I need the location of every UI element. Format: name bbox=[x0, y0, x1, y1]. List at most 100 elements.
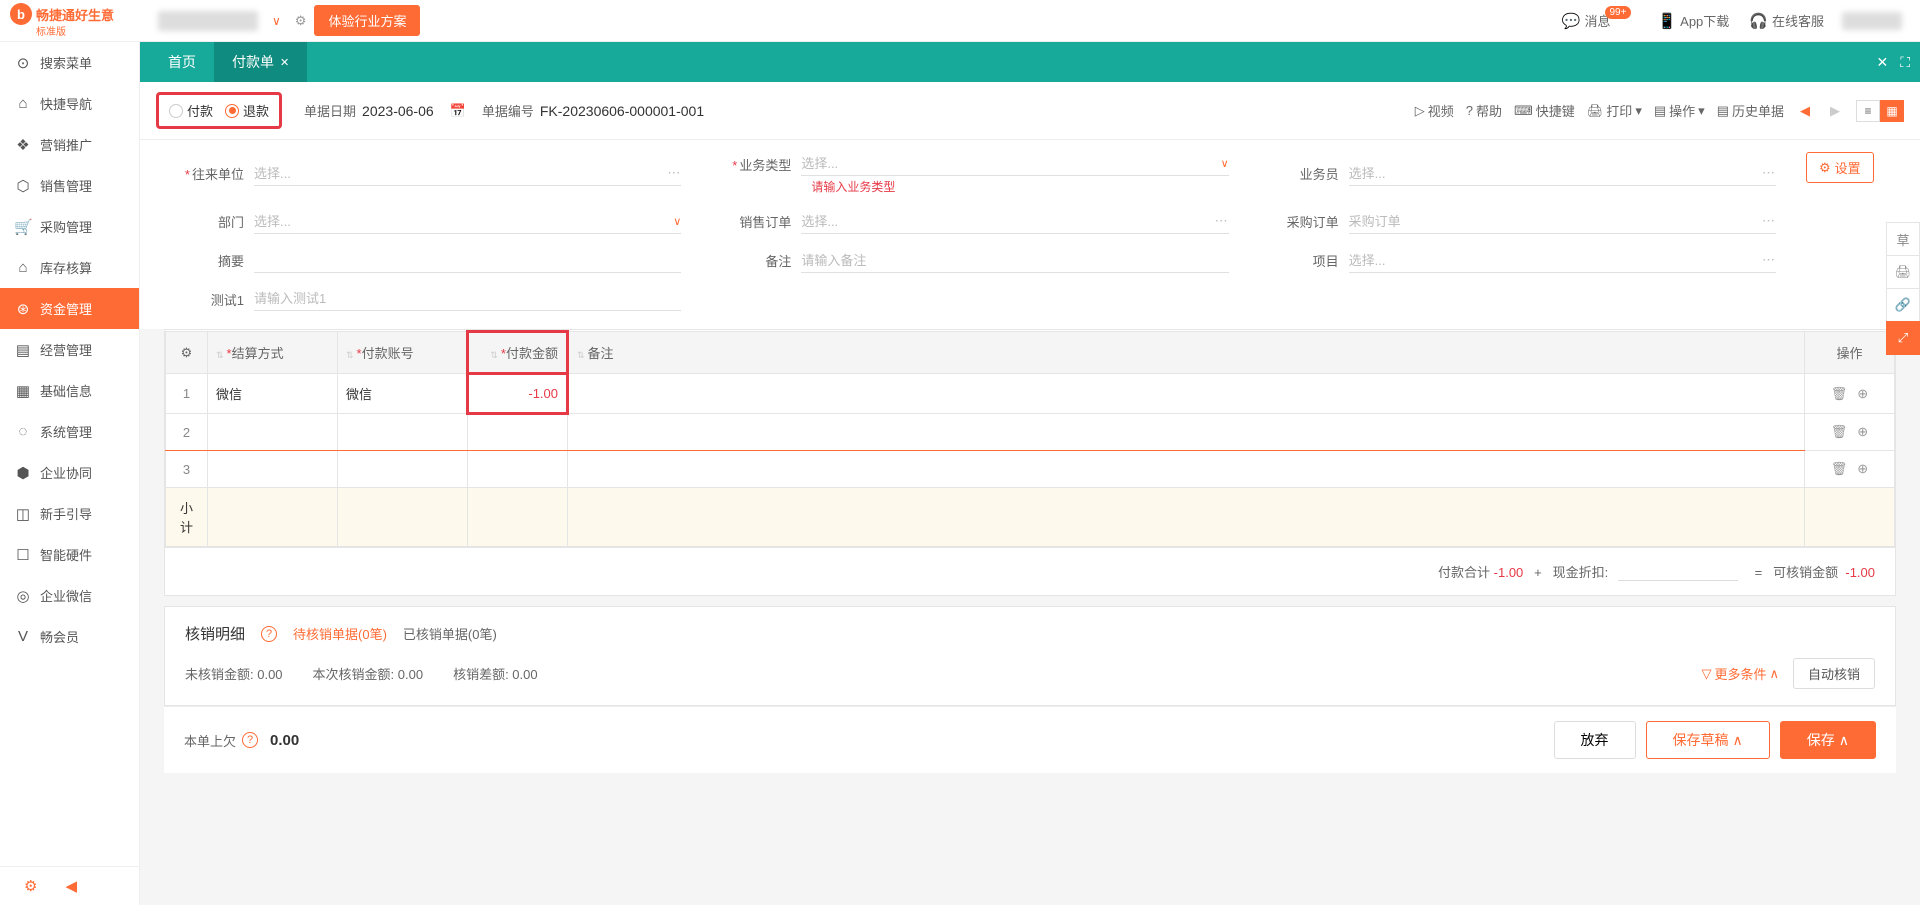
fullscreen-icon[interactable]: ⛶ bbox=[1900, 54, 1910, 71]
purchaseorder-input[interactable] bbox=[1349, 214, 1762, 229]
float-print-icon[interactable]: 🖨 bbox=[1886, 255, 1920, 289]
discount-input[interactable] bbox=[1618, 565, 1738, 581]
app-download-link[interactable]: 📱 App下载 bbox=[1657, 11, 1729, 30]
sidebar-item-wechat[interactable]: ◎企业微信 bbox=[0, 575, 139, 616]
clerk-input[interactable] bbox=[1349, 166, 1762, 181]
date-value[interactable]: 2023-06-06 bbox=[362, 103, 434, 119]
tab-payment[interactable]: 付款单✕ bbox=[214, 42, 307, 82]
cell-remark[interactable] bbox=[568, 414, 1805, 451]
save-button[interactable]: 保存∧ bbox=[1780, 721, 1876, 759]
col-amount[interactable]: ⇅*付款金额 bbox=[468, 332, 568, 374]
sidebar-item-member[interactable]: V畅会员 bbox=[0, 616, 139, 657]
cell-method[interactable] bbox=[208, 414, 338, 451]
tab-done[interactable]: 已核销单据(0笔) bbox=[403, 624, 497, 643]
test1-input[interactable] bbox=[254, 291, 681, 306]
close-all-icon[interactable]: ✕ bbox=[1876, 54, 1888, 71]
cell-method[interactable]: 微信 bbox=[208, 374, 338, 414]
calendar-icon[interactable]: 📅 bbox=[450, 103, 466, 119]
shortcut-link[interactable]: ⌨ 快捷键 bbox=[1514, 101, 1575, 120]
more-conditions-link[interactable]: ▽更多条件∧ bbox=[1701, 664, 1779, 683]
collapse-icon[interactable]: ◀ bbox=[65, 877, 77, 895]
chevron-down-icon[interactable]: ∨ bbox=[673, 215, 681, 228]
chevron-down-icon[interactable]: ∨ bbox=[1221, 157, 1229, 170]
table-gear-header[interactable]: ⚙ bbox=[166, 332, 208, 374]
radio-payment[interactable]: 付款 bbox=[165, 99, 217, 122]
cell-account[interactable]: 微信 bbox=[338, 374, 468, 414]
view-list-icon[interactable]: ≡ bbox=[1856, 100, 1880, 122]
add-row-icon[interactable]: ⊕ bbox=[1857, 386, 1868, 402]
table-row[interactable]: 3 🗑⊕ bbox=[166, 451, 1895, 488]
radio-refund[interactable]: 退款 bbox=[221, 99, 273, 122]
help-link[interactable]: ? 帮助 bbox=[1466, 101, 1502, 120]
float-attach-icon[interactable]: 🔗 bbox=[1886, 288, 1920, 322]
sidebar-item-marketing[interactable]: ❖营销推广 bbox=[0, 124, 139, 165]
company-selector-blurred[interactable] bbox=[158, 11, 258, 31]
cell-account[interactable] bbox=[338, 414, 468, 451]
dept-input[interactable] bbox=[254, 214, 673, 229]
close-icon[interactable]: ✕ bbox=[280, 56, 289, 69]
float-expand-icon[interactable]: ⤢ bbox=[1886, 321, 1920, 355]
lookup-icon[interactable]: ⋯ bbox=[1762, 213, 1776, 229]
sidebar-item-guide[interactable]: ◫新手引导 bbox=[0, 493, 139, 534]
add-row-icon[interactable]: ⊕ bbox=[1857, 461, 1868, 477]
auto-writeoff-button[interactable]: 自动核销 bbox=[1793, 658, 1875, 689]
project-input[interactable] bbox=[1349, 253, 1762, 268]
cell-account[interactable] bbox=[338, 451, 468, 488]
cell-amount[interactable] bbox=[468, 451, 568, 488]
help-icon[interactable]: ? bbox=[261, 626, 277, 642]
sidebar-item-hardware[interactable]: ☐智能硬件 bbox=[0, 534, 139, 575]
lookup-icon[interactable]: ⋯ bbox=[1215, 213, 1229, 229]
delete-row-icon[interactable]: 🗑 bbox=[1831, 424, 1848, 440]
lookup-icon[interactable]: ⋯ bbox=[1762, 252, 1776, 268]
view-grid-icon[interactable]: ▦ bbox=[1880, 100, 1904, 122]
print-link[interactable]: 🖨 打印 ▾ bbox=[1587, 101, 1642, 120]
summary-input[interactable] bbox=[254, 253, 681, 268]
history-link[interactable]: ▤ 历史单据 bbox=[1717, 101, 1784, 120]
table-row[interactable]: 1 微信 微信 -1.00 🗑⊕ bbox=[166, 374, 1895, 414]
sidebar-item-system[interactable]: ◌系统管理 bbox=[0, 411, 139, 452]
col-account[interactable]: ⇅*付款账号 bbox=[338, 332, 468, 374]
delete-row-icon[interactable]: 🗑 bbox=[1831, 461, 1848, 477]
operate-link[interactable]: ▤ 操作 ▾ bbox=[1654, 101, 1705, 120]
lookup-icon[interactable]: ⋯ bbox=[1762, 165, 1776, 181]
chevron-down-icon[interactable]: ∨ bbox=[272, 14, 281, 28]
gear-icon[interactable]: ⚙ bbox=[295, 13, 307, 29]
add-row-icon[interactable]: ⊕ bbox=[1857, 424, 1868, 440]
sidebar-item-operations[interactable]: ▤经营管理 bbox=[0, 329, 139, 370]
help-icon[interactable]: ? bbox=[242, 732, 258, 748]
float-draft-icon[interactable]: 草 bbox=[1886, 222, 1920, 256]
tab-home[interactable]: 首页 bbox=[150, 42, 214, 82]
table-row[interactable]: 2 🗑⊕ bbox=[166, 414, 1895, 451]
remark-input[interactable] bbox=[801, 253, 1228, 268]
sidebar-item-collab[interactable]: ⬢企业协同 bbox=[0, 452, 139, 493]
next-doc-icon[interactable]: ▶ bbox=[1826, 102, 1844, 120]
user-avatar-blurred[interactable] bbox=[1842, 12, 1902, 30]
cell-amount[interactable]: -1.00 bbox=[468, 374, 568, 414]
tab-pending[interactable]: 待核销单据(0笔) bbox=[293, 624, 387, 643]
sidebar-item-funds[interactable]: ⊛资金管理 bbox=[0, 288, 139, 329]
lookup-icon[interactable]: ⋯ bbox=[667, 165, 681, 181]
sidebar-item-sales[interactable]: ⬡销售管理 bbox=[0, 165, 139, 206]
vendor-input[interactable] bbox=[254, 166, 667, 181]
col-remark[interactable]: ⇅备注 bbox=[568, 332, 1805, 374]
experience-button[interactable]: 体验行业方案 bbox=[314, 5, 420, 36]
settings-gear-icon[interactable]: ⚙ bbox=[24, 877, 37, 895]
cell-remark[interactable] bbox=[568, 451, 1805, 488]
sidebar-item-quicknav[interactable]: ⌂快捷导航 bbox=[0, 83, 139, 124]
discard-button[interactable]: 放弃 bbox=[1554, 721, 1636, 759]
biztype-input[interactable] bbox=[801, 156, 1220, 171]
cell-method[interactable] bbox=[208, 451, 338, 488]
video-link[interactable]: ▷ 视频 bbox=[1415, 101, 1454, 120]
cell-remark[interactable] bbox=[568, 374, 1805, 414]
messages-link[interactable]: 💬 消息 99+ bbox=[1562, 11, 1638, 30]
prev-doc-icon[interactable]: ◀ bbox=[1796, 102, 1814, 120]
save-draft-button[interactable]: 保存草稿∧ bbox=[1646, 721, 1770, 759]
settings-button[interactable]: ⚙设置 bbox=[1806, 152, 1874, 183]
sidebar-item-purchase[interactable]: 🛒采购管理 bbox=[0, 206, 139, 247]
sidebar-item-search[interactable]: ⊙搜索菜单 bbox=[0, 42, 139, 83]
cell-amount[interactable] bbox=[468, 414, 568, 451]
sidebar-item-basedata[interactable]: ▦基础信息 bbox=[0, 370, 139, 411]
delete-row-icon[interactable]: 🗑 bbox=[1831, 386, 1848, 402]
salesorder-input[interactable] bbox=[801, 214, 1214, 229]
online-service-link[interactable]: 🎧 在线客服 bbox=[1749, 11, 1824, 30]
